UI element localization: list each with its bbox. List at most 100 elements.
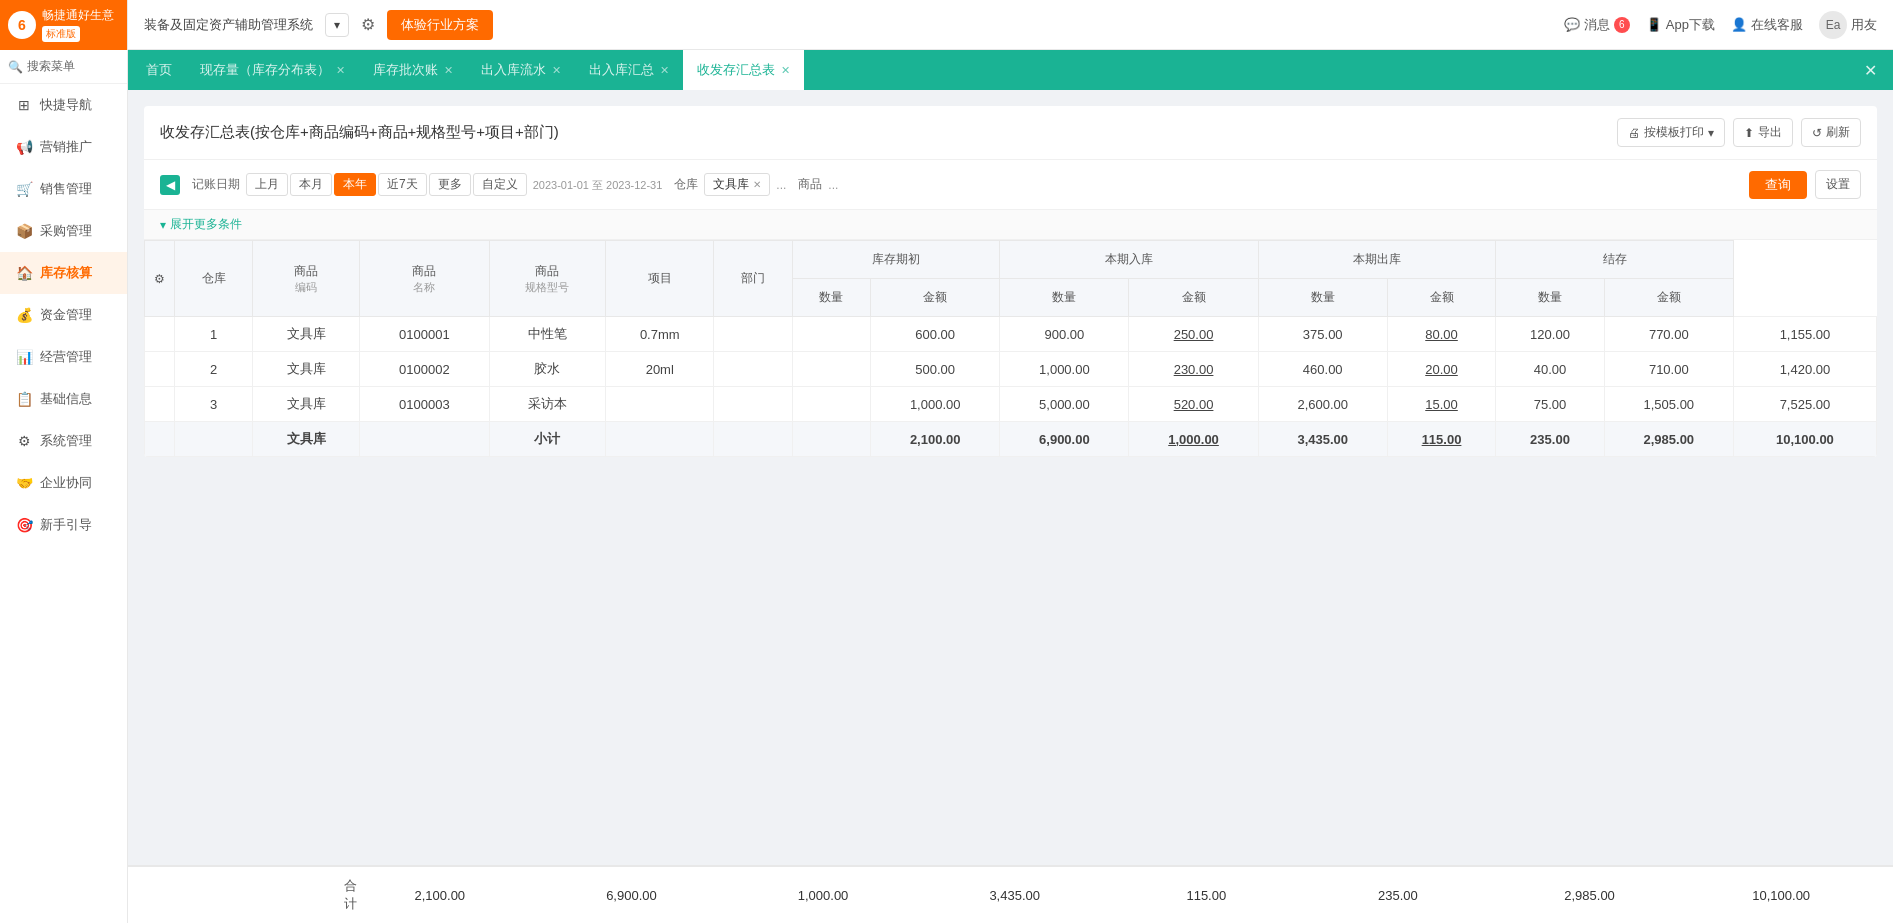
footer-bal-qty: 2,985.00 bbox=[1494, 888, 1686, 903]
date-btn-7days[interactable]: 近7天 bbox=[378, 173, 427, 196]
col-name-header: 商品名称 bbox=[360, 241, 489, 317]
row-out-amt: 120.00 bbox=[1496, 317, 1604, 352]
date-btn-custom[interactable]: 自定义 bbox=[473, 173, 527, 196]
sales-icon: 🛒 bbox=[16, 181, 32, 197]
tab-summary-close[interactable]: ✕ bbox=[660, 64, 669, 77]
topbar-trial-button[interactable]: 体验行业方案 bbox=[387, 10, 493, 40]
sidebar-item-label: 快捷导航 bbox=[40, 96, 92, 114]
footer-in-amt: 3,435.00 bbox=[919, 888, 1111, 903]
row-settings bbox=[145, 422, 175, 457]
row-settings bbox=[145, 387, 175, 422]
tab-home[interactable]: 首页 bbox=[132, 50, 186, 90]
sidebar-item-operations[interactable]: 📊 经营管理 bbox=[0, 336, 127, 378]
row-out-qty[interactable]: 20.00 bbox=[1387, 352, 1495, 387]
row-opening-amt: 900.00 bbox=[1000, 317, 1129, 352]
inventory-icon: 🏠 bbox=[16, 265, 32, 281]
logo-icon: 6 bbox=[8, 11, 36, 39]
row-in-qty[interactable]: 230.00 bbox=[1129, 352, 1258, 387]
tab-inventory-dist-label: 现存量（库存分布表） bbox=[200, 61, 330, 79]
warehouse-tag[interactable]: 文具库 ✕ bbox=[704, 173, 770, 196]
tab-summary[interactable]: 出入库汇总 ✕ bbox=[575, 50, 683, 90]
col-out-amt-header: 金额 bbox=[1387, 279, 1495, 317]
tab-batch-close[interactable]: ✕ bbox=[444, 64, 453, 77]
expand-button[interactable]: ▾ 展开更多条件 bbox=[160, 216, 242, 233]
col-in-qty-header: 数量 bbox=[1000, 279, 1129, 317]
goods-more[interactable]: ... bbox=[828, 178, 838, 192]
tab-batch-label: 库存批次账 bbox=[373, 61, 438, 79]
settings-col-header[interactable]: ⚙ bbox=[145, 241, 175, 317]
topbar-gear-icon[interactable]: ⚙ bbox=[361, 15, 375, 34]
export-icon: ⬆ bbox=[1744, 126, 1754, 140]
sidebar-item-inventory[interactable]: 🏠 库存核算 bbox=[0, 252, 127, 294]
date-filter-group: 记账日期 上月 本月 本年 近7天 更多 自定义 2023-01-01 至 20… bbox=[192, 173, 662, 196]
sidebar-item-base[interactable]: 📋 基础信息 bbox=[0, 378, 127, 420]
row-dept bbox=[792, 352, 870, 387]
sidebar-item-guide[interactable]: 🎯 新手引导 bbox=[0, 504, 127, 546]
service-label: 在线客服 bbox=[1751, 16, 1803, 34]
row-dept bbox=[792, 422, 870, 457]
print-icon: 🖨 bbox=[1628, 126, 1640, 140]
sidebar-item-label: 经营管理 bbox=[40, 348, 92, 366]
col-warehouse-header: 仓库 bbox=[175, 241, 253, 317]
base-icon: 📋 bbox=[16, 391, 32, 407]
sidebar-item-marketing[interactable]: 📢 营销推广 bbox=[0, 126, 127, 168]
date-btn-this-year[interactable]: 本年 bbox=[334, 173, 376, 196]
tab-batch[interactable]: 库存批次账 ✕ bbox=[359, 50, 467, 90]
query-button[interactable]: 查询 bbox=[1749, 171, 1807, 199]
page-header: 收发存汇总表(按仓库+商品编码+商品+规格型号+项目+部门) 🖨 按模板打印 ▾… bbox=[144, 106, 1877, 160]
row-warehouse: 文具库 bbox=[253, 387, 360, 422]
goods-filter-group: 商品 ... bbox=[798, 176, 838, 193]
filter-toggle-button[interactable]: ◀ bbox=[160, 175, 180, 195]
app-download-button[interactable]: 📱 App下载 bbox=[1646, 16, 1715, 34]
sidebar-item-quick-nav[interactable]: ⊞ 快捷导航 bbox=[0, 84, 127, 126]
row-in-qty[interactable]: 520.00 bbox=[1129, 387, 1258, 422]
row-in-qty[interactable]: 250.00 bbox=[1129, 317, 1258, 352]
sidebar-item-finance[interactable]: 💰 资金管理 bbox=[0, 294, 127, 336]
tabbar-close-all[interactable]: ✕ bbox=[1852, 61, 1889, 80]
refresh-button[interactable]: ↺ 刷新 bbox=[1801, 118, 1861, 147]
user-menu[interactable]: Ea 用友 bbox=[1819, 11, 1877, 39]
tab-flow-close[interactable]: ✕ bbox=[552, 64, 561, 77]
online-service-button[interactable]: 👤 在线客服 bbox=[1731, 16, 1803, 34]
tab-recv-summary[interactable]: 收发存汇总表 ✕ bbox=[683, 50, 804, 90]
refresh-label: 刷新 bbox=[1826, 124, 1850, 141]
user-label: 用友 bbox=[1851, 16, 1877, 34]
topbar-system-select[interactable]: ▾ bbox=[325, 13, 349, 37]
export-button[interactable]: ⬆ 导出 bbox=[1733, 118, 1793, 147]
data-table-container: ⚙ 仓库 商品编码 商品名称 商品规格型号 项目 部门 库存期初 本期入库 本期… bbox=[144, 240, 1877, 457]
message-button[interactable]: 💬 消息 6 bbox=[1564, 16, 1630, 34]
sidebar-item-collab[interactable]: 🤝 企业协同 bbox=[0, 462, 127, 504]
row-spec: 20ml bbox=[606, 352, 714, 387]
row-out-qty[interactable]: 80.00 bbox=[1387, 317, 1495, 352]
col-bal-qty-header: 数量 bbox=[1496, 279, 1604, 317]
filter-settings-button[interactable]: 设置 bbox=[1815, 170, 1861, 199]
row-code bbox=[360, 422, 489, 457]
row-spec bbox=[606, 387, 714, 422]
tab-inventory-dist[interactable]: 现存量（库存分布表） ✕ bbox=[186, 50, 359, 90]
sidebar-item-system[interactable]: ⚙ 系统管理 bbox=[0, 420, 127, 462]
tab-flow[interactable]: 出入库流水 ✕ bbox=[467, 50, 575, 90]
col-in-header: 本期入库 bbox=[1000, 241, 1258, 279]
sidebar-item-label: 库存核算 bbox=[40, 264, 92, 282]
tab-inventory-dist-close[interactable]: ✕ bbox=[336, 64, 345, 77]
warehouse-filter-group: 仓库 文具库 ✕ ... bbox=[674, 173, 786, 196]
col-spec-header: 商品规格型号 bbox=[489, 241, 606, 317]
date-btn-last-month[interactable]: 上月 bbox=[246, 173, 288, 196]
date-btn-this-month[interactable]: 本月 bbox=[290, 173, 332, 196]
warehouse-more[interactable]: ... bbox=[776, 178, 786, 192]
table-row: 1 文具库 0100001 中性笔 0.7mm 600.00 900.00 25… bbox=[145, 317, 1877, 352]
row-name: 采访本 bbox=[489, 387, 606, 422]
sidebar-item-purchase[interactable]: 📦 采购管理 bbox=[0, 210, 127, 252]
sidebar-search[interactable]: 🔍 搜索菜单 bbox=[0, 50, 127, 84]
footer-opening-amt: 6,900.00 bbox=[536, 888, 728, 903]
warehouse-tag-close[interactable]: ✕ bbox=[753, 179, 761, 190]
sidebar-item-sales[interactable]: 🛒 销售管理 bbox=[0, 168, 127, 210]
row-settings bbox=[145, 317, 175, 352]
date-btn-more[interactable]: 更多 bbox=[429, 173, 471, 196]
row-in-qty[interactable]: 1,000.00 bbox=[1129, 422, 1258, 457]
row-out-qty[interactable]: 115.00 bbox=[1387, 422, 1495, 457]
print-button[interactable]: 🖨 按模板打印 ▾ bbox=[1617, 118, 1725, 147]
tab-recv-summary-close[interactable]: ✕ bbox=[781, 64, 790, 77]
row-out-qty[interactable]: 15.00 bbox=[1387, 387, 1495, 422]
topbar: 装备及固定资产辅助管理系统 ▾ ⚙ 体验行业方案 💬 消息 6 📱 App下载 … bbox=[128, 0, 1893, 50]
